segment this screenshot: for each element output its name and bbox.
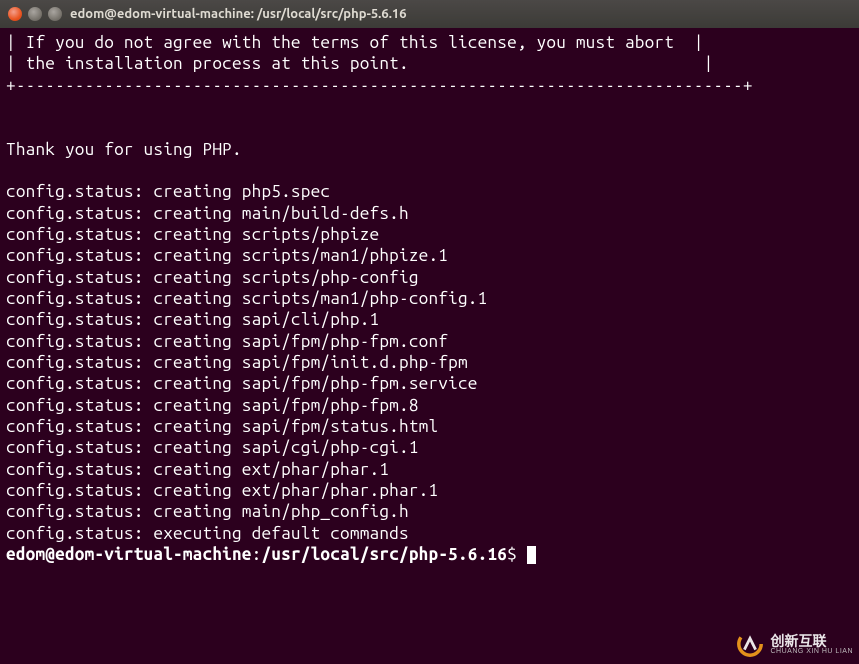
license-border: +---------------------------------------… <box>6 76 753 95</box>
status-line: config.status: creating sapi/fpm/php-fpm… <box>6 396 419 415</box>
status-line: config.status: creating sapi/fpm/php-fpm… <box>6 332 448 351</box>
watermark-cn: 创新互联 <box>770 634 853 648</box>
thank-you-line: Thank you for using PHP. <box>6 140 242 159</box>
license-line-2: | the installation process at this point… <box>6 54 713 73</box>
prompt-sep: : <box>252 545 262 564</box>
cursor-icon <box>527 546 536 564</box>
status-line: config.status: creating php5.spec <box>6 182 330 201</box>
license-line-1: | If you do not agree with the terms of … <box>6 33 704 52</box>
prompt-dollar: $ <box>507 545 517 564</box>
status-line: config.status: creating scripts/php-conf… <box>6 268 419 287</box>
window-title: edom@edom-virtual-machine: /usr/local/sr… <box>70 7 407 21</box>
watermark-en: CHUANG XIN HU LIAN <box>770 648 853 655</box>
status-line: config.status: creating ext/phar/phar.ph… <box>6 481 438 500</box>
status-line: config.status: creating scripts/phpize <box>6 225 379 244</box>
status-line: config.status: creating ext/phar/phar.1 <box>6 460 389 479</box>
watermark: 创新互联 CHUANG XIN HU LIAN <box>736 630 853 658</box>
window-controls <box>8 7 62 21</box>
watermark-text: 创新互联 CHUANG XIN HU LIAN <box>770 634 853 655</box>
window-titlebar: edom@edom-virtual-machine: /usr/local/sr… <box>0 0 859 28</box>
status-line: config.status: creating sapi/fpm/init.d.… <box>6 353 468 372</box>
terminal-output[interactable]: | If you do not agree with the terms of … <box>0 28 859 565</box>
prompt-path: /usr/local/src/php-5.6.16 <box>261 545 507 564</box>
minimize-icon[interactable] <box>28 7 42 21</box>
status-line: config.status: creating sapi/cli/php.1 <box>6 310 379 329</box>
status-line: config.status: creating sapi/fpm/status.… <box>6 417 438 436</box>
status-line: config.status: creating sapi/cgi/php-cgi… <box>6 438 419 457</box>
watermark-logo-icon <box>736 630 764 658</box>
status-line: config.status: creating main/build-defs.… <box>6 204 409 223</box>
status-line: config.status: creating sapi/fpm/php-fpm… <box>6 374 478 393</box>
status-line: config.status: executing default command… <box>6 524 409 543</box>
prompt-user-host: edom@edom-virtual-machine <box>6 545 252 564</box>
status-line: config.status: creating main/php_config.… <box>6 502 409 521</box>
maximize-icon[interactable] <box>48 7 62 21</box>
status-line: config.status: creating scripts/man1/php… <box>6 289 487 308</box>
status-line: config.status: creating scripts/man1/php… <box>6 246 448 265</box>
close-icon[interactable] <box>8 7 22 21</box>
